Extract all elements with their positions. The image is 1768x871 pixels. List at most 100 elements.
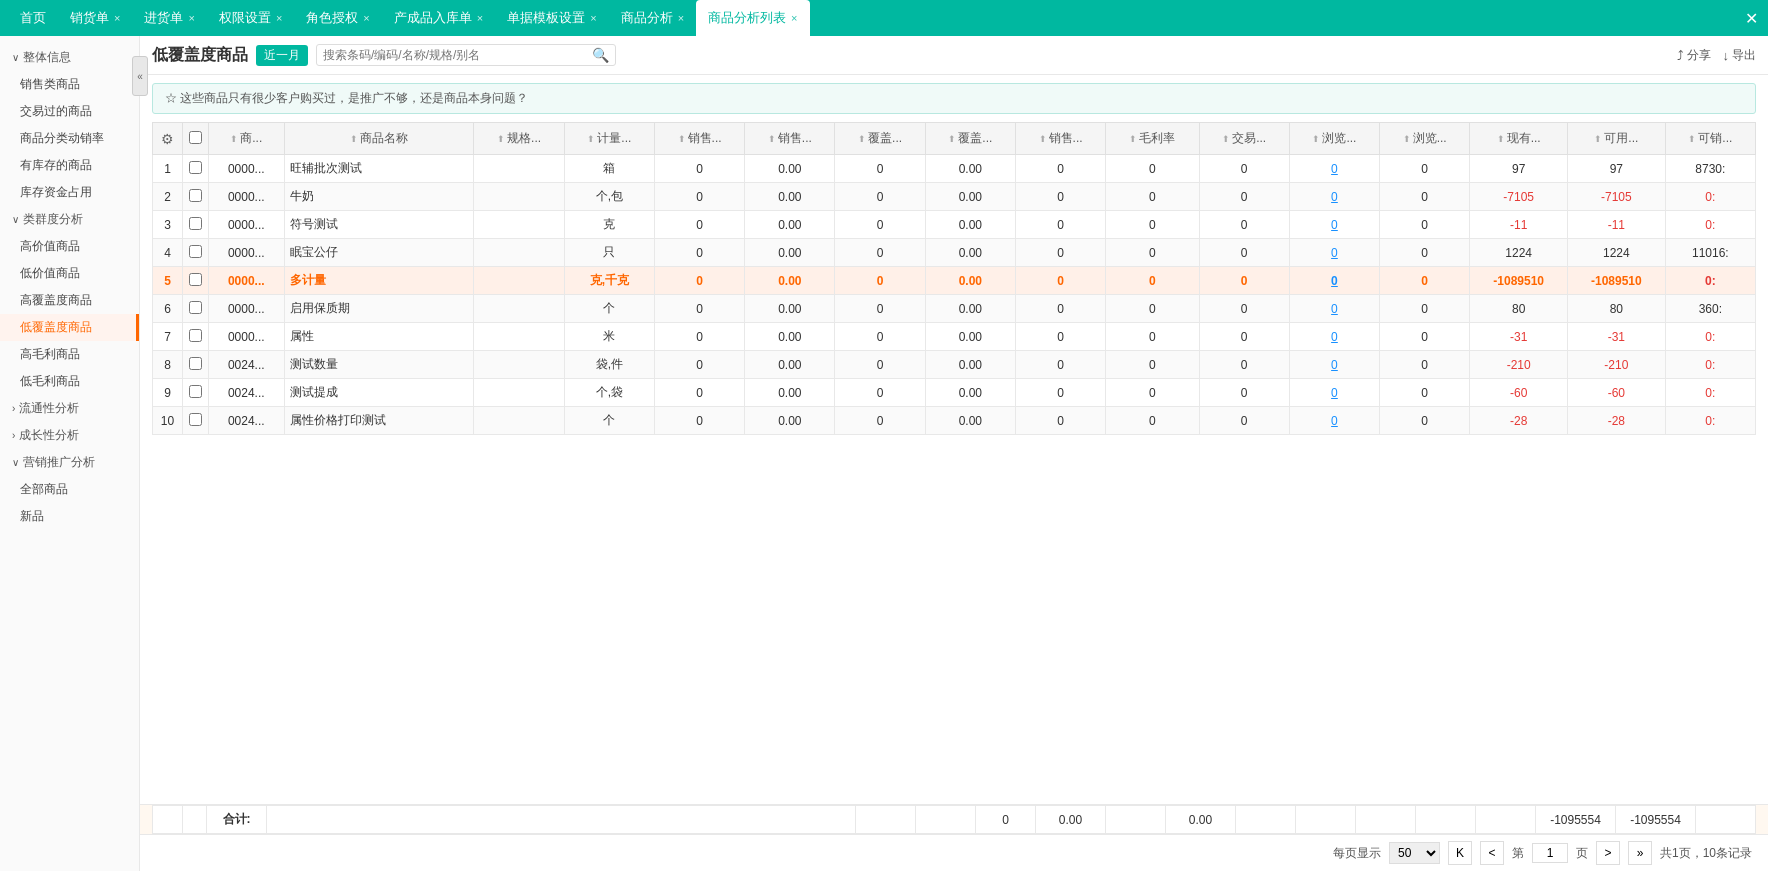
row-browse1[interactable]: 0 (1289, 323, 1379, 351)
row-sales-amt: 0.00 (745, 155, 835, 183)
col-sales3[interactable]: ⬆销售... (1015, 123, 1105, 155)
sidebar-item-low-value[interactable]: 低价值商品 (0, 260, 139, 287)
col-spec[interactable]: ⬆规格... (474, 123, 564, 155)
row-browse1[interactable]: 0 (1289, 351, 1379, 379)
row-browse1[interactable]: 0 (1289, 155, 1379, 183)
row-checkbox[interactable] (183, 183, 209, 211)
row-sales3: 0 (1015, 239, 1105, 267)
col-gross-margin[interactable]: ⬆毛利率 (1106, 123, 1199, 155)
close-tab-7[interactable]: × (678, 12, 684, 24)
sidebar-item-all-goods[interactable]: 全部商品 (0, 476, 139, 503)
row-checkbox[interactable] (183, 211, 209, 239)
row-checkbox[interactable] (183, 155, 209, 183)
tab-purchase-order[interactable]: 进货单 × (132, 0, 206, 36)
row-current: 80 (1470, 295, 1568, 323)
col-browse1[interactable]: ⬆浏览... (1289, 123, 1379, 155)
col-unit[interactable]: ⬆计量... (564, 123, 654, 155)
col-browse2[interactable]: ⬆浏览... (1380, 123, 1470, 155)
close-tab-2[interactable]: × (188, 12, 194, 24)
sidebar: ∨ 整体信息 销售类商品 交易过的商品 商品分类动销率 有库存的商品 库存资金占… (0, 36, 140, 871)
row-browse1[interactable]: 0 (1289, 183, 1379, 211)
row-checkbox[interactable] (183, 323, 209, 351)
close-tab-1[interactable]: × (114, 12, 120, 24)
sidebar-section-circulation[interactable]: › 流通性分析 (0, 395, 139, 422)
tab-roles[interactable]: 角色授权 × (294, 0, 381, 36)
row-sellable: 0: (1665, 407, 1755, 435)
page-header: 低覆盖度商品 近一月 🔍 ⤴ 分享 ↓ 导出 (140, 36, 1768, 75)
close-tab-6[interactable]: × (590, 12, 596, 24)
prev-page-btn[interactable]: < (1480, 841, 1504, 865)
sidebar-item-category-sales-rate[interactable]: 商品分类动销率 (0, 125, 139, 152)
col-sellable[interactable]: ⬆可销... (1665, 123, 1755, 155)
select-all-checkbox[interactable] (189, 131, 202, 144)
sidebar-collapse-btn[interactable]: « (132, 56, 148, 96)
sidebar-item-traded-goods[interactable]: 交易过的商品 (0, 98, 139, 125)
last-page-btn[interactable]: » (1628, 841, 1652, 865)
row-checkbox[interactable] (183, 351, 209, 379)
sidebar-section-cluster[interactable]: ∨ 类群度分析 (0, 206, 139, 233)
sidebar-item-low-margin[interactable]: 低毛利商品 (0, 368, 139, 395)
col-name[interactable]: ⬆商品名称 (284, 123, 474, 155)
row-unit: 只 (564, 239, 654, 267)
col-current-stock[interactable]: ⬆现有... (1470, 123, 1568, 155)
sidebar-section-marketing[interactable]: ∨ 营销推广分析 (0, 449, 139, 476)
col-code[interactable]: ⬆商... (209, 123, 285, 155)
settings-icon[interactable]: ⚙ (161, 131, 174, 147)
row-checkbox[interactable] (183, 267, 209, 295)
time-filter-btn[interactable]: 近一月 (256, 45, 308, 66)
next-page-btn[interactable]: > (1596, 841, 1620, 865)
close-tab-8[interactable]: × (791, 12, 797, 24)
row-browse1[interactable]: 0 (1289, 379, 1379, 407)
totals-current: -1095554 (1536, 806, 1616, 834)
close-tab-5[interactable]: × (477, 12, 483, 24)
share-btn[interactable]: ⤴ 分享 (1677, 47, 1711, 64)
row-gross-margin: 0 (1106, 183, 1199, 211)
row-trade: 0 (1199, 323, 1289, 351)
tab-product-analysis[interactable]: 商品分析 × (609, 0, 696, 36)
tab-permissions[interactable]: 权限设置 × (207, 0, 294, 36)
col-settings[interactable]: ⚙ (153, 123, 183, 155)
col-sales-amt[interactable]: ⬆销售... (745, 123, 835, 155)
row-browse2: 0 (1380, 211, 1470, 239)
sidebar-item-low-coverage[interactable]: 低覆盖度商品 (0, 314, 139, 341)
sidebar-section-growth[interactable]: › 成长性分析 (0, 422, 139, 449)
page-number-input[interactable] (1532, 843, 1568, 863)
row-browse1[interactable]: 0 (1289, 239, 1379, 267)
sidebar-item-high-coverage[interactable]: 高覆盖度商品 (0, 287, 139, 314)
col-coverage1[interactable]: ⬆覆盖... (835, 123, 925, 155)
sidebar-item-sales-goods[interactable]: 销售类商品 (0, 71, 139, 98)
row-spec (474, 239, 564, 267)
sidebar-item-in-stock-goods[interactable]: 有库存的商品 (0, 152, 139, 179)
col-available-stock[interactable]: ⬆可用... (1568, 123, 1666, 155)
row-browse1[interactable]: 0 (1289, 211, 1379, 239)
tab-product-storage[interactable]: 产成品入库单 × (382, 0, 495, 36)
sidebar-item-high-margin[interactable]: 高毛利商品 (0, 341, 139, 368)
row-checkbox[interactable] (183, 295, 209, 323)
row-browse1[interactable]: 0 (1289, 295, 1379, 323)
col-coverage2[interactable]: ⬆覆盖... (925, 123, 1015, 155)
tab-home[interactable]: 首页 (8, 0, 58, 36)
export-btn[interactable]: ↓ 导出 (1723, 47, 1757, 64)
row-trade: 0 (1199, 267, 1289, 295)
search-input[interactable] (323, 48, 592, 62)
tab-template-settings[interactable]: 单据模板设置 × (495, 0, 608, 36)
close-tab-3[interactable]: × (276, 12, 282, 24)
sidebar-item-new-goods[interactable]: 新品 (0, 503, 139, 530)
per-page-select[interactable]: 50 10 20 100 (1389, 842, 1440, 864)
sidebar-item-high-value[interactable]: 高价值商品 (0, 233, 139, 260)
row-browse1[interactable]: 0 (1289, 407, 1379, 435)
tab-sales-order[interactable]: 销货单 × (58, 0, 132, 36)
col-trade[interactable]: ⬆交易... (1199, 123, 1289, 155)
close-tab-4[interactable]: × (363, 12, 369, 24)
window-close-btn[interactable]: ✕ (1745, 9, 1758, 28)
row-checkbox[interactable] (183, 407, 209, 435)
row-checkbox[interactable] (183, 239, 209, 267)
sidebar-item-inventory-capital[interactable]: 库存资金占用 (0, 179, 139, 206)
first-page-btn[interactable]: K (1448, 841, 1472, 865)
row-browse1[interactable]: 0 (1289, 267, 1379, 295)
tab-product-analysis-list[interactable]: 商品分析列表 × (696, 0, 809, 36)
search-icon[interactable]: 🔍 (592, 47, 609, 63)
sidebar-section-overall[interactable]: ∨ 整体信息 (0, 44, 139, 71)
col-sales-qty[interactable]: ⬆销售... (654, 123, 744, 155)
row-checkbox[interactable] (183, 379, 209, 407)
